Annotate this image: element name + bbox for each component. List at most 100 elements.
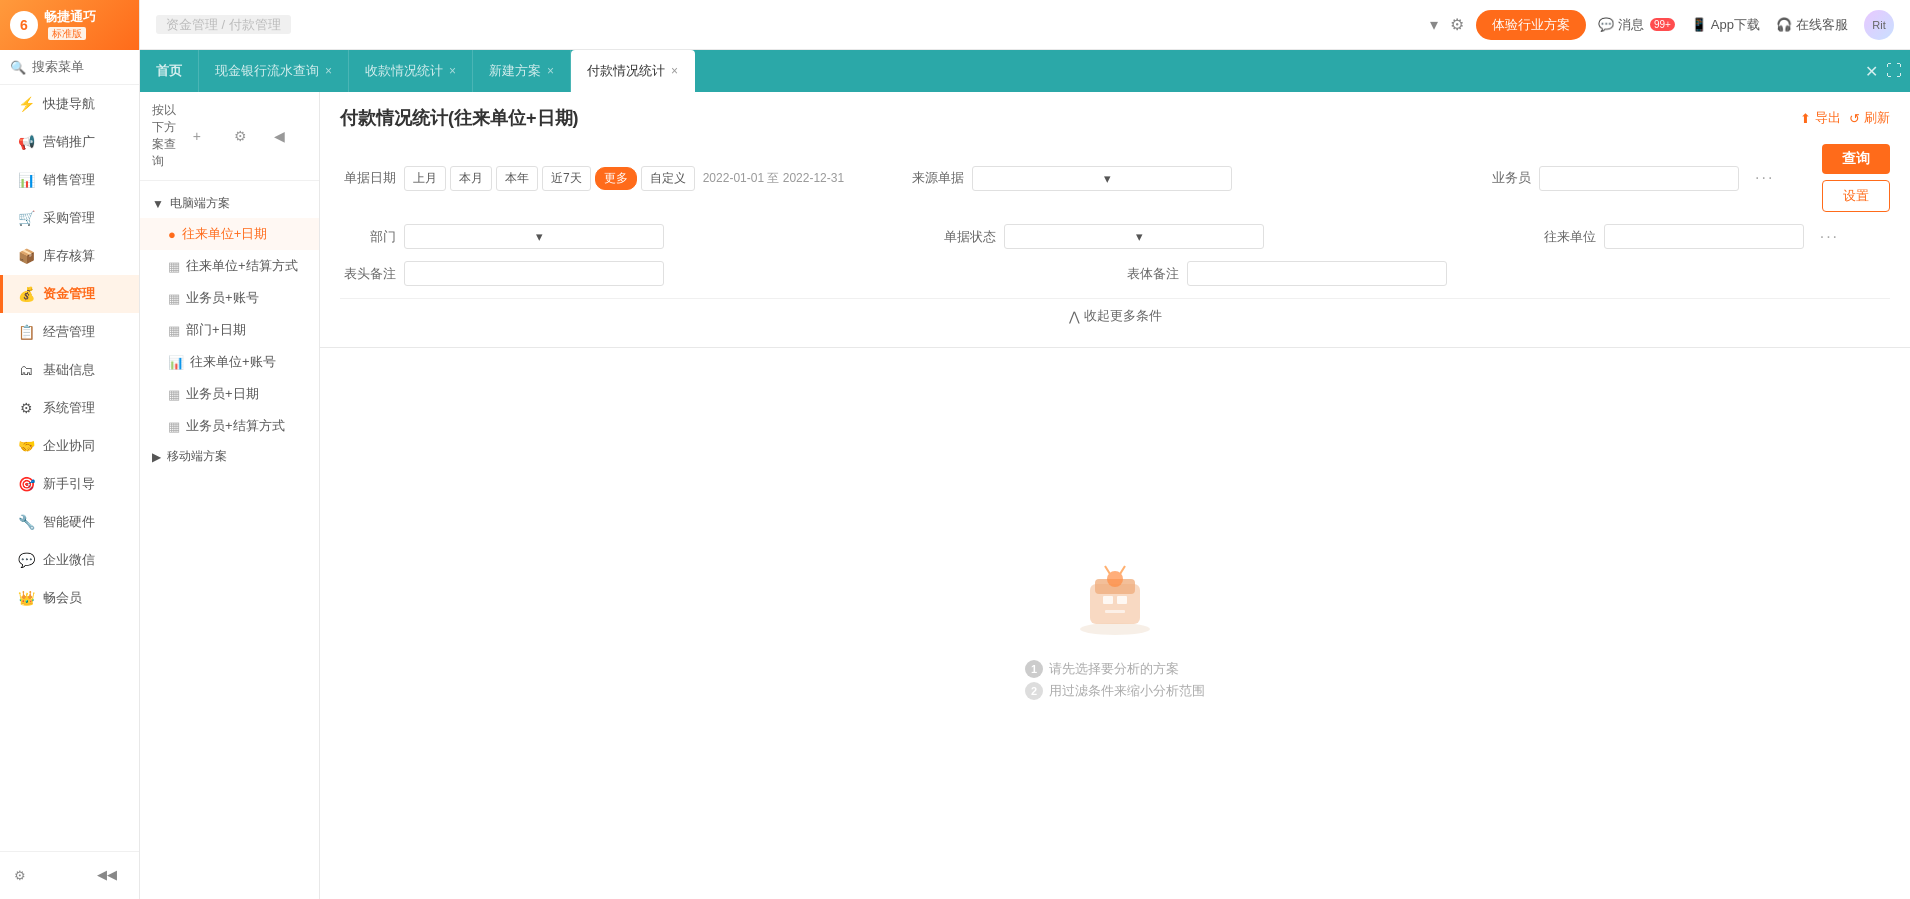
partner-dots-icon[interactable]: ··· (1820, 228, 1839, 246)
date-label: 单据日期 (340, 169, 396, 187)
sidebar-item-cooperation[interactable]: 🤝 企业协同 (0, 427, 139, 465)
tab-home-label: 首页 (156, 62, 182, 80)
search-icon: 🔍 (10, 60, 26, 75)
online-service-btn[interactable]: 🎧 在线客服 (1776, 16, 1848, 34)
export-label: 导出 (1815, 109, 1841, 127)
column-settings-btn[interactable]: 设置 (1822, 180, 1890, 212)
date-this-month-btn[interactable]: 本月 (450, 166, 492, 191)
source-select[interactable]: ▾ (972, 166, 1232, 191)
purchase-icon: 🛒 (17, 210, 35, 226)
tabbar-actions: ✕ ⛶ (1857, 50, 1910, 92)
phone-icon: 📱 (1691, 17, 1707, 32)
tree-item-staff-account[interactable]: ▦ 业务员+账号 (140, 282, 319, 314)
date-more-btn[interactable]: 更多 (595, 167, 637, 190)
sidebar-item-member[interactable]: 👑 畅会员 (0, 579, 139, 617)
dept-select-arrow: ▾ (536, 229, 655, 244)
sidebar-item-inventory[interactable]: 📦 库存核算 (0, 237, 139, 275)
partner-input[interactable] (1604, 224, 1804, 249)
guide-icon: 🎯 (17, 476, 35, 492)
messages-btn[interactable]: 💬 消息 99 (1598, 16, 1675, 34)
sidebar-item-label: 智能硬件 (43, 513, 95, 531)
sidebar-item-label: 快捷导航 (43, 95, 95, 113)
svg-line-5 (1120, 566, 1125, 574)
sidebar-item-wechat[interactable]: 💬 企业微信 (0, 541, 139, 579)
staff-date-icon: ▦ (168, 387, 180, 402)
system-icon: ⚙ (17, 400, 35, 416)
search-menu[interactable]: 🔍 搜索菜单 (0, 50, 139, 85)
tree-item-partner-settle[interactable]: ▦ 往来单位+结算方式 (140, 250, 319, 282)
collapse-sidebar-icon: ◀◀ (97, 867, 117, 882)
trial-btn[interactable]: 体验行业方案 (1476, 10, 1586, 40)
tree-item-staff-date[interactable]: ▦ 业务员+日期 (140, 378, 319, 410)
tab-new-plan-label: 新建方案 (489, 62, 541, 80)
add-plan-icon[interactable]: + (193, 128, 226, 144)
refresh-btn[interactable]: ↺ 刷新 (1849, 109, 1890, 127)
tab-new-plan-close[interactable]: × (547, 64, 554, 78)
tab-close-all-btn[interactable]: ✕ (1865, 62, 1878, 81)
staff-dots-icon[interactable]: ··· (1755, 169, 1774, 187)
body-note-col: 表体备注 (1123, 261, 1890, 286)
collapse-filter-btn[interactable]: ⋀ 收起更多条件 (340, 298, 1890, 333)
app-version: 标准版 (48, 27, 86, 40)
left-panel-collapse-icon[interactable]: ◀ (274, 128, 307, 144)
basic-info-icon: 🗂 (17, 362, 35, 378)
tree-item-label: 业务员+结算方式 (186, 417, 285, 435)
tab-maximize-btn[interactable]: ⛶ (1886, 62, 1902, 80)
query-btn[interactable]: 查询 (1822, 144, 1890, 174)
sidebar-item-hardware[interactable]: 🔧 智能硬件 (0, 503, 139, 541)
date-last-month-btn[interactable]: 上月 (404, 166, 446, 191)
tab-new-plan[interactable]: 新建方案 × (473, 50, 571, 92)
refresh-icon: ↺ (1849, 111, 1860, 126)
tab-receipt-stats[interactable]: 收款情况统计 × (349, 50, 473, 92)
dept-date-icon: ▦ (168, 323, 180, 338)
tree-item-dept-date[interactable]: ▦ 部门+日期 (140, 314, 319, 346)
tree-item-staff-settle[interactable]: ▦ 业务员+结算方式 (140, 410, 319, 442)
tab-home[interactable]: 首页 (140, 50, 199, 92)
hint-text-2: 用过滤条件来缩小分析范围 (1049, 682, 1205, 700)
date-this-year-btn[interactable]: 本年 (496, 166, 538, 191)
left-panel-tree: ▼ 电脑端方案 ● 往来单位+日期 ▦ 往来单位+结算方式 ▦ 业务员+账号 ▦ (140, 181, 319, 899)
tree-item-label: 部门+日期 (186, 321, 246, 339)
topbar-settings-icon[interactable]: ⚙ (1450, 15, 1464, 34)
date-custom-btn[interactable]: 自定义 (641, 166, 695, 191)
cooperation-icon: 🤝 (17, 438, 35, 454)
sidebar-item-system[interactable]: ⚙ 系统管理 (0, 389, 139, 427)
sidebar-item-basic-info[interactable]: 🗂 基础信息 (0, 351, 139, 389)
sidebar-item-guide[interactable]: 🎯 新手引导 (0, 465, 139, 503)
topbar-dropdown-icon[interactable]: ▾ (1430, 15, 1438, 34)
mobile-group[interactable]: ▶ 移动端方案 (140, 442, 319, 471)
tab-payment-stats-close[interactable]: × (671, 64, 678, 78)
sidebar-item-label: 采购管理 (43, 209, 95, 227)
tree-item-partner-account[interactable]: 📊 往来单位+账号 (140, 346, 319, 378)
tab-receipt-stats-close[interactable]: × (449, 64, 456, 78)
messages-label: 消息 (1618, 16, 1644, 34)
user-avatar[interactable]: Rit (1864, 10, 1894, 40)
date-last-7days-btn[interactable]: 近7天 (542, 166, 591, 191)
empty-hint-2: 2 用过滤条件来缩小分析范围 (1025, 682, 1205, 700)
tree-item-partner-date[interactable]: ● 往来单位+日期 (140, 218, 319, 250)
plan-settings-icon[interactable]: ⚙ (234, 128, 267, 144)
tab-payment-stats[interactable]: 付款情况统计 × (571, 50, 695, 92)
marketing-icon: 📢 (17, 134, 35, 150)
sidebar-item-sales[interactable]: 📊 销售管理 (0, 161, 139, 199)
sidebar-item-finance[interactable]: 💰 资金管理 (0, 275, 139, 313)
sidebar-item-marketing[interactable]: 📢 营销推广 (0, 123, 139, 161)
staff-input[interactable] (1539, 166, 1739, 191)
sidebar-item-operations[interactable]: 📋 经营管理 (0, 313, 139, 351)
sidebar-collapse-btn[interactable]: ◀◀ (83, 859, 131, 890)
sidebar-item-purchase[interactable]: 🛒 采购管理 (0, 199, 139, 237)
dept-select[interactable]: ▾ (404, 224, 664, 249)
desktop-group[interactable]: ▼ 电脑端方案 (140, 189, 319, 218)
tab-bank-flow[interactable]: 现金银行流水查询 × (199, 50, 349, 92)
sidebar-item-quick-nav[interactable]: ⚡ 快捷导航 (0, 85, 139, 123)
export-btn[interactable]: ⬆ 导出 (1800, 109, 1841, 127)
sidebar-bottom: ⚙ ◀◀ (0, 851, 139, 899)
header-note-input[interactable] (404, 261, 664, 286)
tab-bank-flow-close[interactable]: × (325, 64, 332, 78)
body-note-input[interactable] (1187, 261, 1447, 286)
tab-payment-stats-label: 付款情况统计 (587, 62, 665, 80)
app-download-btn[interactable]: 📱 App下载 (1691, 16, 1760, 34)
doc-status-select[interactable]: ▾ (1004, 224, 1264, 249)
sidebar-item-label: 新手引导 (43, 475, 95, 493)
sidebar-item-label: 营销推广 (43, 133, 95, 151)
